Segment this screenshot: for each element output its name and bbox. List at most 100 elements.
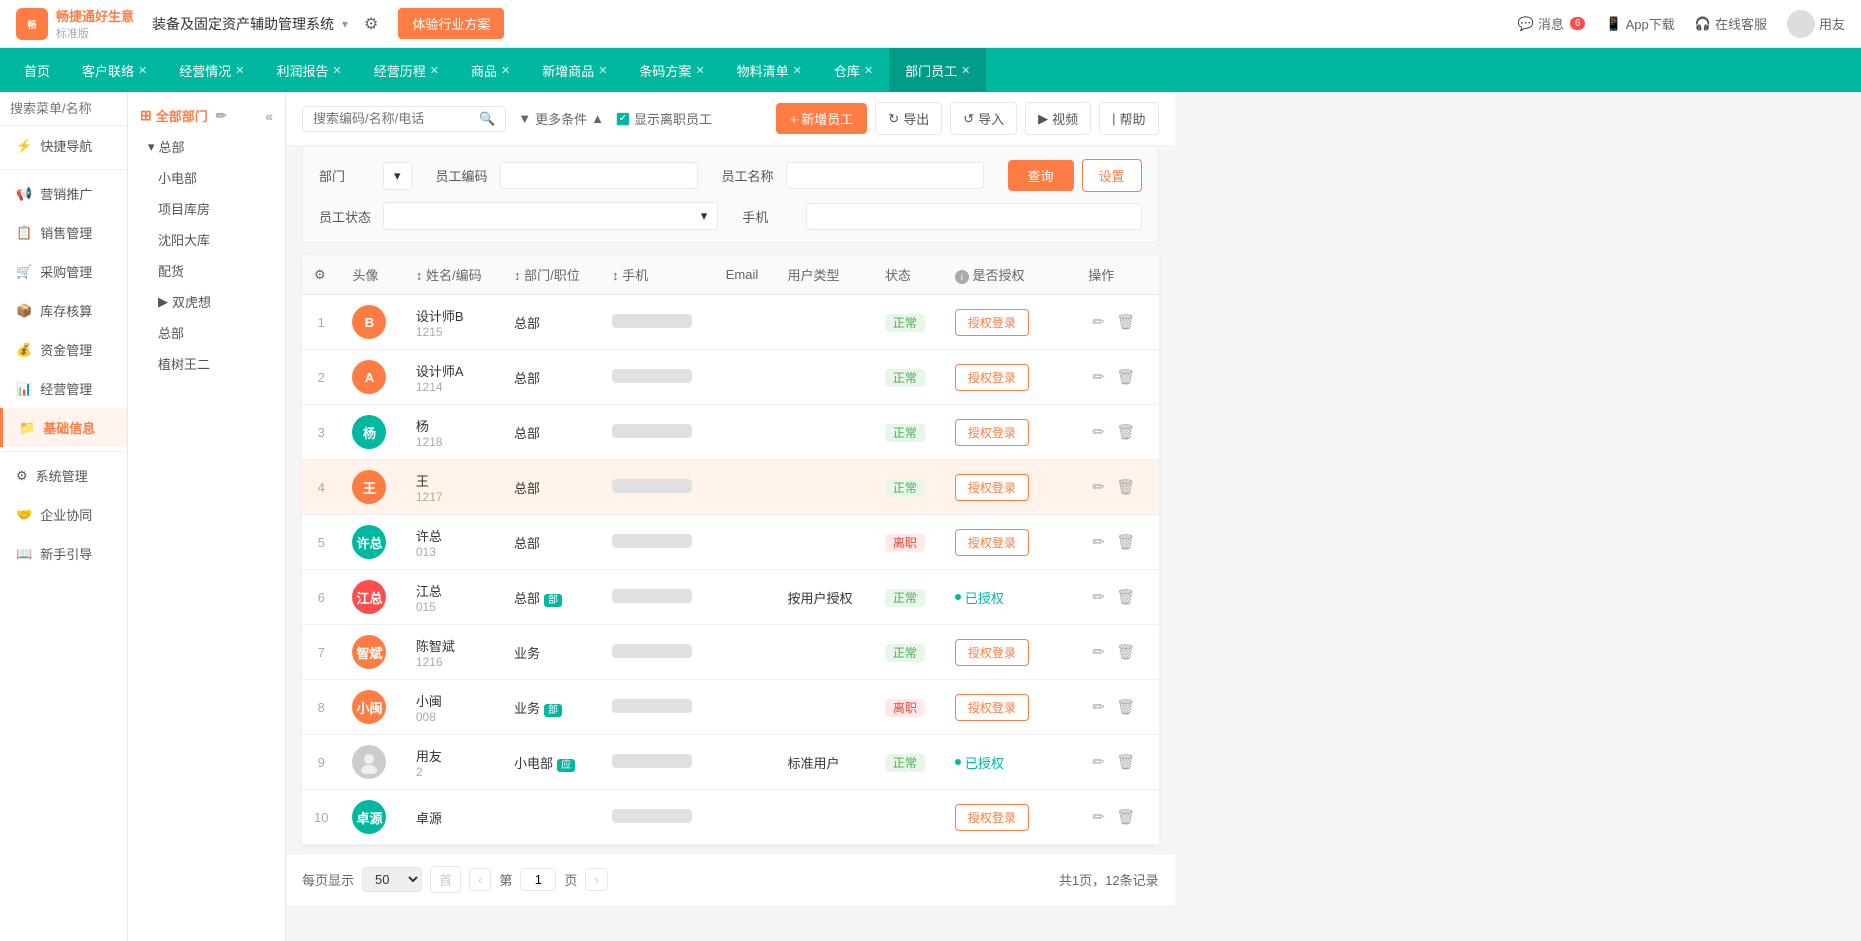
col-settings[interactable]: ⚙ <box>302 255 340 295</box>
nav-item-goods[interactable]: 商品 ✕ <box>455 48 526 92</box>
auth-button[interactable]: 授权登录 <box>955 529 1029 556</box>
nav-item-dept-staff[interactable]: 部门员工 ✕ <box>889 48 986 92</box>
edit-button[interactable]: ✏ <box>1088 697 1109 718</box>
online-service-button[interactable]: 🎧 在线客服 <box>1695 14 1767 33</box>
dept-item-shuanghu[interactable]: ▶ 双虎想 <box>128 286 285 317</box>
dept-item-zongbu[interactable]: ▾ 总部 <box>128 131 285 162</box>
gear-icon[interactable]: ⚙ <box>364 14 378 34</box>
nav-close-barcode[interactable]: ✕ <box>695 64 704 77</box>
first-page-button[interactable]: 首 <box>430 866 461 893</box>
nav-item-bom[interactable]: 物料清单 ✕ <box>721 48 818 92</box>
auth-button[interactable]: 授权登录 <box>955 694 1029 721</box>
trial-button[interactable]: 体验行业方案 <box>398 8 504 39</box>
dept-item-zhishu[interactable]: 植树王二 <box>128 348 285 379</box>
search-submit-icon[interactable]: 🔍 <box>479 111 495 127</box>
status-select[interactable]: ▾ <box>383 202 718 230</box>
edit-button[interactable]: ✏ <box>1088 587 1109 608</box>
edit-button[interactable]: ✏ <box>1088 532 1109 553</box>
col-dept[interactable]: ↕ 部门/职位 <box>502 255 600 295</box>
import-button[interactable]: ↺ 导入 <box>950 102 1017 135</box>
search-input[interactable] <box>313 111 473 126</box>
phone-input[interactable] <box>806 203 1141 230</box>
show-resigned-toggle[interactable]: ✓ 显示离职员工 <box>616 109 712 128</box>
emp-code-input[interactable] <box>500 162 698 189</box>
delete-button[interactable]: 🗑 <box>1112 587 1139 608</box>
system-dropdown-arrow[interactable]: ▾ <box>342 17 348 31</box>
nav-item-add-goods[interactable]: 新增商品 ✕ <box>526 48 623 92</box>
dept-item-project[interactable]: 项目库房 <box>128 193 285 224</box>
sidebar-item-guide[interactable]: 📖 新手引导 <box>0 534 127 573</box>
sidebar-item-purchase[interactable]: 🛒 采购管理 <box>0 252 127 291</box>
sidebar-item-quick-nav[interactable]: ⚡ 快捷导航 <box>0 126 127 165</box>
edit-button[interactable]: ✏ <box>1088 367 1109 388</box>
nav-item-profit[interactable]: 利润报告 ✕ <box>260 48 357 92</box>
message-button[interactable]: 💬 消息 6 <box>1518 14 1586 33</box>
next-page-button[interactable]: › <box>585 868 607 891</box>
query-button[interactable]: 查询 <box>1008 160 1074 191</box>
col-name[interactable]: ↕ 姓名/编码 <box>404 255 502 295</box>
nav-close-bom[interactable]: ✕ <box>793 64 802 77</box>
auth-info-icon[interactable]: i <box>955 270 969 284</box>
nav-item-barcode[interactable]: 条码方案 ✕ <box>623 48 720 92</box>
delete-button[interactable]: 🗑 <box>1112 807 1139 828</box>
auth-button[interactable]: 授权登录 <box>955 639 1029 666</box>
edit-button[interactable]: ✏ <box>1088 752 1109 773</box>
dept-item-xiaodian[interactable]: 小电部 <box>128 162 285 193</box>
edit-button[interactable]: ✏ <box>1088 422 1109 443</box>
delete-button[interactable]: 🗑 <box>1112 697 1139 718</box>
auth-button[interactable]: 授权登录 <box>955 419 1029 446</box>
nav-close-warehouse[interactable]: ✕ <box>864 64 873 77</box>
delete-button[interactable]: 🗑 <box>1112 312 1139 333</box>
add-employee-button[interactable]: + 新增员工 <box>776 103 867 134</box>
per-page-select[interactable]: 50 100 <box>362 867 422 892</box>
nav-item-history[interactable]: 经营历程 ✕ <box>358 48 455 92</box>
resigned-checkbox[interactable]: ✓ <box>616 112 630 126</box>
delete-button[interactable]: 🗑 <box>1112 422 1139 443</box>
auth-button[interactable]: 授权登录 <box>955 474 1029 501</box>
sidebar-item-cooperation[interactable]: 🤝 企业协同 <box>0 495 127 534</box>
nav-close-operation[interactable]: ✕ <box>235 64 244 77</box>
dept-item-zongbu2[interactable]: 总部 <box>128 317 285 348</box>
delete-button[interactable]: 🗑 <box>1112 752 1139 773</box>
nav-item-warehouse[interactable]: 仓库 ✕ <box>818 48 889 92</box>
page-number-input[interactable] <box>520 868 556 891</box>
dept-edit-icon[interactable]: ✏ <box>216 108 227 124</box>
nav-close-dept-staff[interactable]: ✕ <box>961 64 970 77</box>
more-filter-button[interactable]: ▼ 更多条件 ▲ <box>518 109 604 128</box>
sidebar-item-finance[interactable]: 💰 资金管理 <box>0 330 127 369</box>
user-area[interactable]: 用友 <box>1787 10 1845 38</box>
dept-select[interactable]: ▾ <box>383 162 412 190</box>
nav-close-customer[interactable]: ✕ <box>138 64 147 77</box>
dept-collapse-button[interactable]: « <box>265 108 273 124</box>
sidebar-item-system[interactable]: ⚙ 系统管理 <box>0 456 127 495</box>
sidebar-search-input[interactable] <box>10 101 128 116</box>
edit-button[interactable]: ✏ <box>1088 477 1109 498</box>
nav-close-goods[interactable]: ✕ <box>501 64 510 77</box>
app-download-button[interactable]: 📱 App下载 <box>1605 14 1674 33</box>
sidebar-item-sales[interactable]: 📋 销售管理 <box>0 213 127 252</box>
delete-button[interactable]: 🗑 <box>1112 477 1139 498</box>
dept-item-shenyang[interactable]: 沈阳大库 <box>128 224 285 255</box>
delete-button[interactable]: 🗑 <box>1112 367 1139 388</box>
delete-button[interactable]: 🗑 <box>1112 642 1139 663</box>
sidebar-item-inventory[interactable]: 📦 库存核算 <box>0 291 127 330</box>
nav-close-add-goods[interactable]: ✕ <box>598 64 607 77</box>
dept-item-peihuo[interactable]: 配货 <box>128 255 285 286</box>
auth-button[interactable]: 授权登录 <box>955 364 1029 391</box>
edit-button[interactable]: ✏ <box>1088 807 1109 828</box>
help-button[interactable]: | 帮助 <box>1099 102 1158 135</box>
set-button[interactable]: 设置 <box>1082 159 1142 192</box>
prev-page-button[interactable]: ‹ <box>469 868 491 891</box>
sidebar-item-basic-info[interactable]: 📁 基础信息 <box>0 408 127 447</box>
nav-item-home[interactable]: 首页 <box>8 48 66 92</box>
nav-item-customer[interactable]: 客户联络 ✕ <box>66 48 163 92</box>
export-button[interactable]: ↻ 导出 <box>875 102 942 135</box>
nav-close-profit[interactable]: ✕ <box>333 64 342 77</box>
video-button[interactable]: ▶ 视频 <box>1025 102 1091 135</box>
nav-item-operation[interactable]: 经营情况 ✕ <box>163 48 260 92</box>
delete-button[interactable]: 🗑 <box>1112 532 1139 553</box>
auth-button[interactable]: 授权登录 <box>955 804 1029 831</box>
edit-button[interactable]: ✏ <box>1088 312 1109 333</box>
sidebar-item-operation[interactable]: 📊 经营管理 <box>0 369 127 408</box>
auth-button[interactable]: 授权登录 <box>955 309 1029 336</box>
